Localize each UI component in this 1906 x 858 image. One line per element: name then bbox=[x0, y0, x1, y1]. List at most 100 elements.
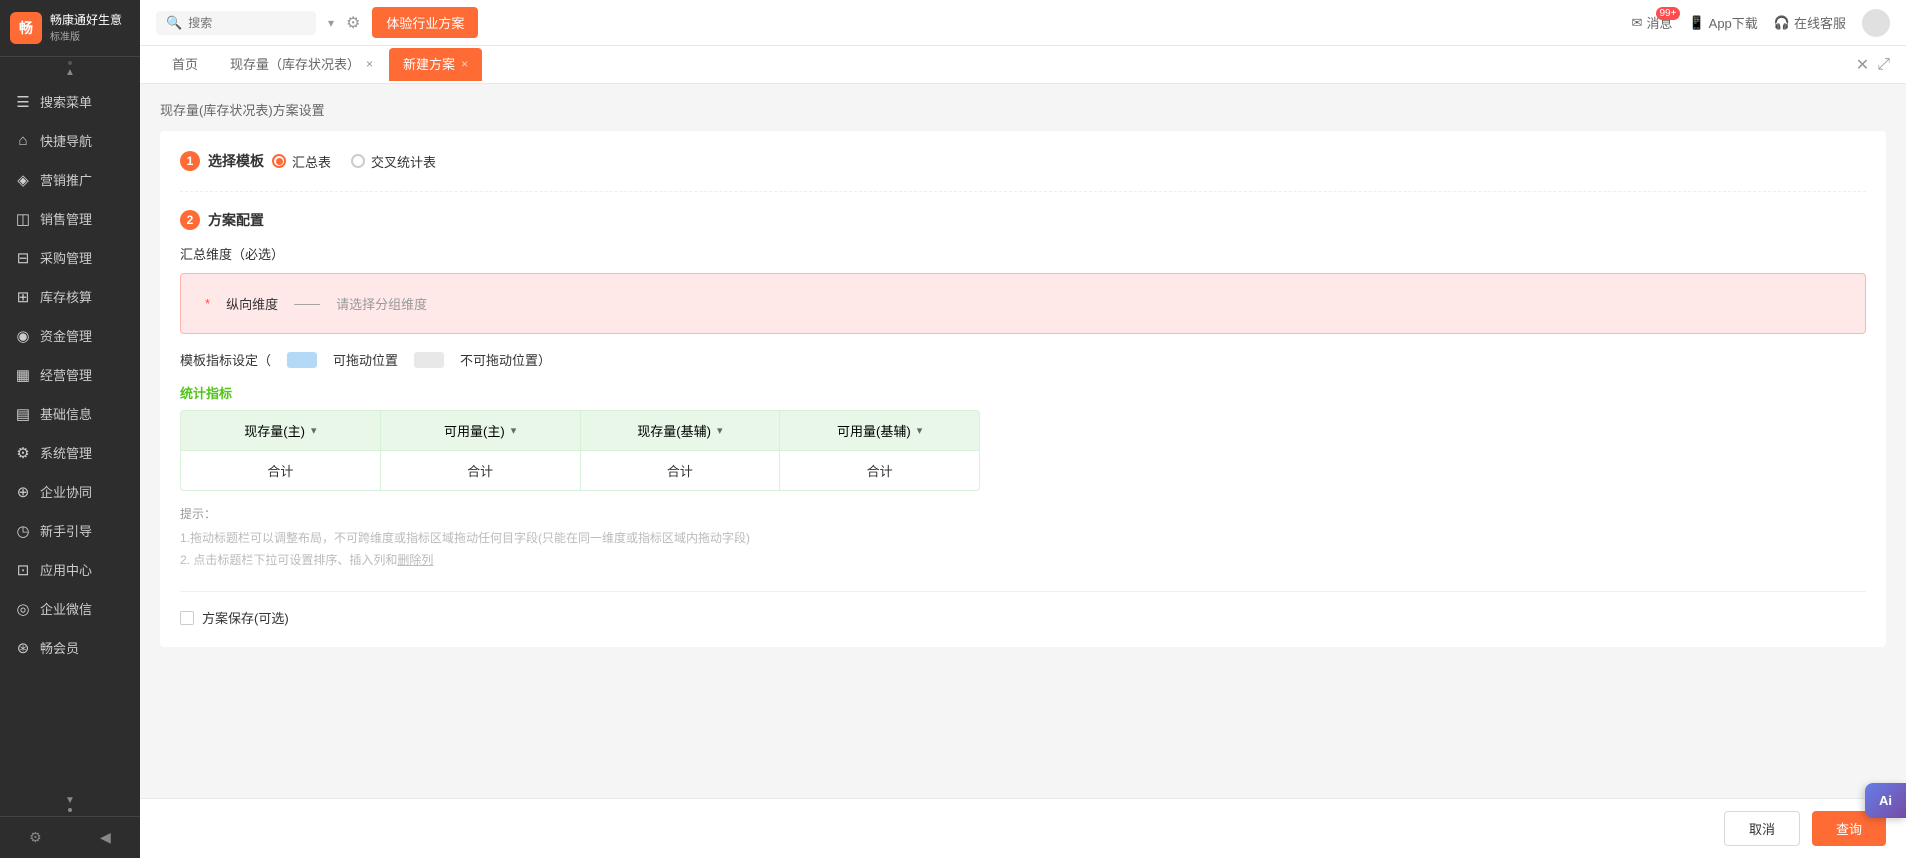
sidebar-item-label: 基础信息 bbox=[40, 404, 92, 423]
footer-bar: 取消 查询 bbox=[140, 798, 1906, 858]
sidebar-item-enterprise[interactable]: ⊕ 企业协同 bbox=[0, 472, 140, 511]
collapse-button[interactable]: ◀ bbox=[92, 825, 119, 850]
sidebar-item-label: 新手引导 bbox=[40, 521, 92, 540]
sidebar-item-label: 营销推广 bbox=[40, 170, 92, 189]
radio-crosstab-circle bbox=[351, 154, 365, 168]
stats-table: 现存量(主) ▾ 可用量(主) ▾ 现存量(基辅) ▾ 可用量(基辅) bbox=[180, 410, 980, 491]
stats-table-header: 现存量(主) ▾ 可用量(主) ▾ 现存量(基辅) ▾ 可用量(基辅) bbox=[181, 411, 979, 450]
app-edition: 标准版 bbox=[50, 28, 122, 43]
dimension-dash: —— bbox=[294, 296, 320, 311]
sidebar: 畅 畅康通好生意 标准版 ▲ ☰ 搜索菜单 ⌂ 快捷导航 ◈ 营销推广 ◫ 销售… bbox=[0, 0, 140, 858]
sidebar-item-finance[interactable]: ◉ 资金管理 bbox=[0, 316, 140, 355]
operations-icon: ▦ bbox=[14, 366, 32, 384]
sidebar-item-inventory[interactable]: ⊞ 库存核算 bbox=[0, 277, 140, 316]
sidebar-item-label: 企业微信 bbox=[40, 599, 92, 618]
stats-cell-0: 合计 bbox=[181, 451, 381, 490]
page-title: 现存量(库存状况表)方案设置 bbox=[160, 100, 1886, 119]
stats-col-2[interactable]: 现存量(基辅) ▾ bbox=[581, 411, 781, 450]
tab-inventory-close[interactable]: × bbox=[366, 57, 373, 71]
sidebar-item-guide[interactable]: ◷ 新手引导 bbox=[0, 511, 140, 550]
phone-icon: 📱 bbox=[1688, 15, 1704, 31]
step1-section: 1 选择模板 汇总表 交叉统计表 bbox=[180, 151, 1866, 171]
stats-col-3[interactable]: 可用量(基辅) ▾ bbox=[780, 411, 979, 450]
sidebar-item-label: 销售管理 bbox=[40, 209, 92, 228]
stats-cell-3: 合计 bbox=[780, 451, 979, 490]
stats-col-label-3: 可用量(基辅) bbox=[837, 421, 911, 440]
sidebar-item-label: 畅会员 bbox=[40, 638, 79, 657]
topbar-gear-icon[interactable]: ⚙ bbox=[346, 13, 360, 33]
search-box[interactable]: 🔍 bbox=[156, 11, 316, 35]
tab-inventory[interactable]: 现存量（库存状况表） × bbox=[214, 46, 389, 83]
marketing-icon: ◈ bbox=[14, 171, 32, 189]
content-area: 现存量(库存状况表)方案设置 1 选择模板 汇总表 交叉统计表 bbox=[140, 84, 1906, 798]
sidebar-item-search[interactable]: ☰ 搜索菜单 bbox=[0, 82, 140, 121]
settings-button[interactable]: ⚙ bbox=[21, 825, 50, 850]
sidebar-item-quicknav[interactable]: ⌂ 快捷导航 bbox=[0, 121, 140, 160]
sidebar-item-operations[interactable]: ▦ 经营管理 bbox=[0, 355, 140, 394]
sidebar-item-purchase[interactable]: ⊟ 采购管理 bbox=[0, 238, 140, 277]
sidebar-item-marketing[interactable]: ◈ 营销推广 bbox=[0, 160, 140, 199]
stats-col-0[interactable]: 现存量(主) ▾ bbox=[181, 411, 381, 450]
save-checkbox[interactable] bbox=[180, 611, 194, 625]
app-download-button[interactable]: 📱 App下载 bbox=[1688, 13, 1757, 32]
step2-number: 2 bbox=[180, 210, 200, 230]
chevron-down-icon-2: ▾ bbox=[717, 424, 723, 437]
step1-header: 1 选择模板 汇总表 交叉统计表 bbox=[180, 151, 1866, 171]
radio-summary[interactable]: 汇总表 bbox=[272, 152, 331, 171]
member-icon: ⊛ bbox=[14, 639, 32, 657]
sidebar-item-system[interactable]: ⚙ 系统管理 bbox=[0, 433, 140, 472]
home-icon: ⌂ bbox=[14, 132, 32, 150]
sidebar-item-wechat[interactable]: ◎ 企业微信 bbox=[0, 589, 140, 628]
sidebar-item-label: 采购管理 bbox=[40, 248, 92, 267]
search-icon: 🔍 bbox=[166, 15, 182, 31]
step1-title: 选择模板 bbox=[208, 151, 264, 171]
sidebar-nav: ☰ 搜索菜单 ⌂ 快捷导航 ◈ 营销推广 ◫ 销售管理 ⊟ 采购管理 ⊞ 库存核… bbox=[0, 82, 140, 791]
tab-close-btn[interactable]: ✕ bbox=[1856, 55, 1869, 75]
topbar-right: ✉ 消息 99+ 📱 App下载 🎧 在线客服 bbox=[1632, 9, 1890, 37]
delete-col-link[interactable]: 删除列 bbox=[397, 553, 433, 567]
settings-card: 1 选择模板 汇总表 交叉统计表 bbox=[160, 131, 1886, 647]
stats-table-row: 合计 合计 合计 合计 bbox=[181, 450, 979, 490]
trial-button[interactable]: 体验行业方案 bbox=[372, 7, 478, 38]
radio-crosstab[interactable]: 交叉统计表 bbox=[351, 152, 436, 171]
aggregation-label: 汇总维度（必选） bbox=[180, 244, 1866, 263]
topbar-dropdown[interactable]: ▾ bbox=[328, 16, 334, 30]
sidebar-item-label: 系统管理 bbox=[40, 443, 92, 462]
customer-service-button[interactable]: 🎧 在线客服 bbox=[1774, 13, 1846, 32]
sidebar-item-apps[interactable]: ⊡ 应用中心 bbox=[0, 550, 140, 589]
tab-new-close[interactable]: × bbox=[461, 57, 468, 71]
chevron-down-icon-0: ▾ bbox=[311, 424, 317, 437]
cancel-button[interactable]: 取消 bbox=[1724, 811, 1800, 846]
messages-button[interactable]: ✉ 消息 99+ bbox=[1632, 13, 1673, 32]
stats-title: 统计指标 bbox=[180, 383, 1866, 402]
sidebar-item-label: 搜索菜单 bbox=[40, 92, 92, 111]
template-radio-group: 汇总表 交叉统计表 bbox=[272, 152, 436, 171]
search-input[interactable] bbox=[188, 16, 306, 30]
stats-cell-2: 合计 bbox=[581, 451, 781, 490]
tips-title: 提示： bbox=[180, 505, 1866, 522]
tab-new-plan[interactable]: 新建方案 × bbox=[389, 48, 482, 81]
tab-expand-btn[interactable]: ⤢ bbox=[1877, 55, 1890, 75]
sidebar-item-member[interactable]: ⊛ 畅会员 bbox=[0, 628, 140, 667]
tip-1: 1.拖动标题栏可以调整布局，不可跨维度或指标区域拖动任何目字段(只能在同一维度或… bbox=[180, 528, 1866, 550]
stats-col-1[interactable]: 可用量(主) ▾ bbox=[381, 411, 581, 450]
inventory-icon: ⊞ bbox=[14, 288, 32, 306]
user-avatar[interactable] bbox=[1862, 9, 1890, 37]
step2-title: 方案配置 bbox=[208, 210, 264, 230]
ai-button[interactable]: Ai bbox=[1865, 783, 1906, 818]
stats-col-label-2: 现存量(基辅) bbox=[637, 421, 711, 440]
indicator-fixed-text: 不可拖动位置） bbox=[460, 350, 551, 369]
sidebar-scroll-down[interactable]: ▼ bbox=[0, 791, 140, 816]
sidebar-item-label: 经营管理 bbox=[40, 365, 92, 384]
tab-home[interactable]: 首页 bbox=[156, 46, 214, 83]
dimension-required-mark: * bbox=[205, 296, 210, 311]
sidebar-item-label: 企业协同 bbox=[40, 482, 92, 501]
message-icon: ✉ bbox=[1632, 15, 1643, 31]
tip-2: 2. 点击标题栏下拉可设置排序、插入列和删除列 bbox=[180, 550, 1866, 572]
chevron-down-icon-3: ▾ bbox=[917, 424, 923, 437]
sidebar-scroll-up[interactable]: ▲ bbox=[0, 57, 140, 82]
apps-icon: ⊡ bbox=[14, 561, 32, 579]
sidebar-item-sales[interactable]: ◫ 销售管理 bbox=[0, 199, 140, 238]
sidebar-item-basic-info[interactable]: ▤ 基础信息 bbox=[0, 394, 140, 433]
step1-number: 1 bbox=[180, 151, 200, 171]
